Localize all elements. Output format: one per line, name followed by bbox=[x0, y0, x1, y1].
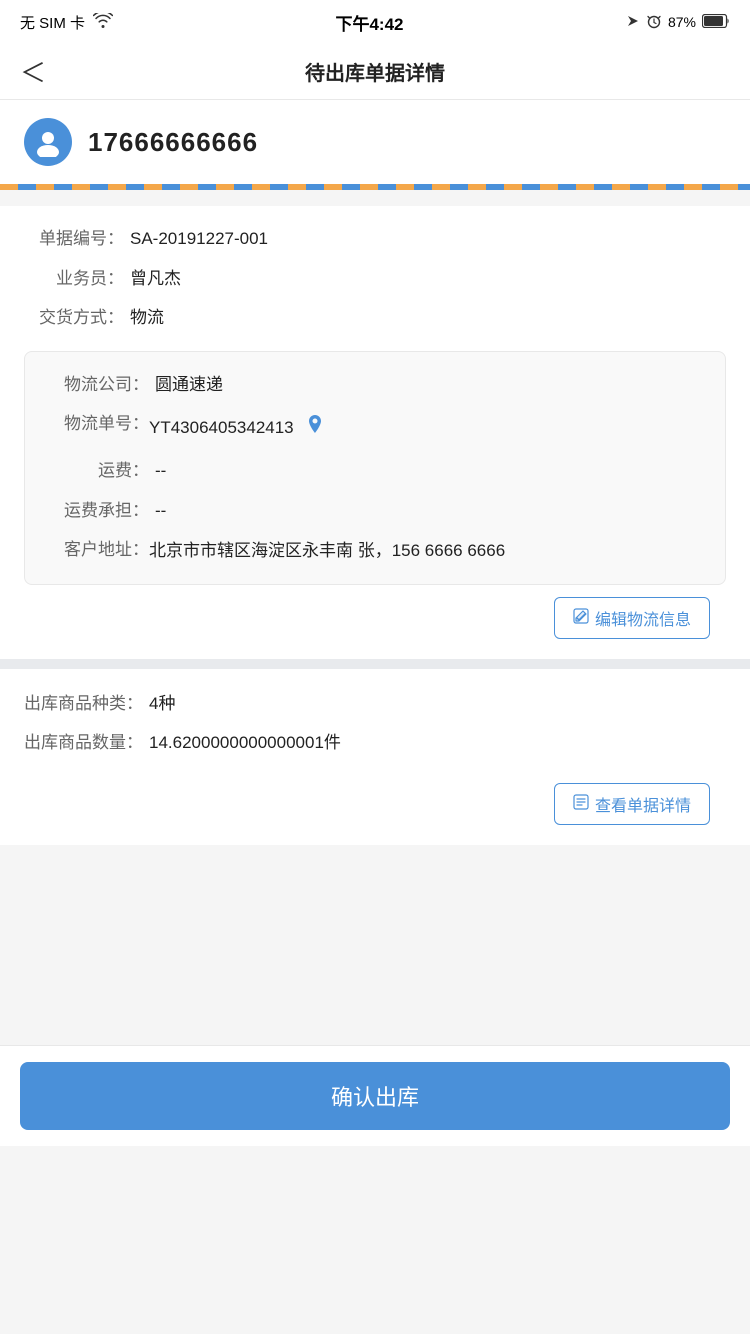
document-number-row: 单据编号： SA-20191227-001 bbox=[24, 226, 726, 252]
logistics-company-row: 物流公司： 圆通速递 bbox=[49, 372, 701, 398]
freight-bearer-row: 运费承担： -- bbox=[49, 498, 701, 524]
location-status-icon bbox=[626, 14, 640, 31]
dashed-separator bbox=[0, 184, 750, 190]
status-time: 下午4:42 bbox=[335, 10, 403, 35]
avatar bbox=[24, 118, 72, 166]
battery-icon bbox=[702, 14, 730, 31]
status-bar: 无 SIM 卡 下午4:42 87% bbox=[0, 0, 750, 44]
goods-quantity-value: 14.6200000000000001件 bbox=[149, 728, 341, 753]
goods-quantity-label: 出库商品数量： bbox=[24, 728, 143, 753]
freight-value: -- bbox=[155, 458, 701, 484]
tracking-number-value: YT4306405342413 bbox=[149, 415, 294, 441]
freight-row: 运费： -- bbox=[49, 458, 701, 484]
edit-logistics-label: 编辑物流信息 bbox=[595, 606, 691, 630]
customer-phone: 17666666666 bbox=[88, 127, 258, 158]
salesman-row: 业务员： 曾凡杰 bbox=[24, 266, 726, 292]
edit-icon bbox=[573, 608, 589, 629]
logistics-tracking-label: 物流单号： bbox=[49, 411, 149, 437]
delivery-row: 交货方式： 物流 bbox=[24, 305, 726, 331]
document-info-section: 单据编号： SA-20191227-001 业务员： 曾凡杰 交货方式： 物流 … bbox=[0, 206, 750, 659]
salesman-value: 曾凡杰 bbox=[130, 266, 726, 292]
tracking-number-container: YT4306405342413 bbox=[149, 411, 326, 444]
status-left: 无 SIM 卡 bbox=[20, 12, 113, 33]
empty-space bbox=[0, 845, 750, 1045]
page-title: 待出库单据详情 bbox=[305, 57, 445, 86]
freight-bearer-value: -- bbox=[155, 498, 701, 524]
view-detail-label: 查看单据详情 bbox=[595, 792, 691, 816]
confirm-outbound-button[interactable]: 确认出库 bbox=[20, 1062, 730, 1130]
address-row: 客户地址： 北京市市辖区海淀区永丰南 张，156 6666 6666 bbox=[49, 537, 701, 564]
address-value: 北京市市辖区海淀区永丰南 张，156 6666 6666 bbox=[149, 537, 701, 564]
customer-header: 17666666666 bbox=[0, 100, 750, 184]
goods-quantity-row: 出库商品数量： 14.6200000000000001件 bbox=[24, 728, 726, 753]
logistics-company-value: 圆通速递 bbox=[155, 372, 701, 398]
view-detail-button[interactable]: 查看单据详情 bbox=[554, 783, 710, 825]
alarm-icon bbox=[646, 13, 662, 32]
edit-btn-row: 编辑物流信息 bbox=[24, 585, 726, 639]
goods-section: 出库商品种类： 4种 出库商品数量： 14.6200000000000001件 … bbox=[0, 669, 750, 845]
goods-type-value: 4种 bbox=[149, 689, 175, 714]
address-label: 客户地址： bbox=[49, 537, 149, 563]
delivery-label: 交货方式： bbox=[24, 305, 124, 331]
goods-type-label: 出库商品种类： bbox=[24, 689, 143, 714]
confirm-btn-container: 确认出库 bbox=[0, 1045, 750, 1146]
delivery-value: 物流 bbox=[130, 305, 726, 331]
logistics-card: 物流公司： 圆通速递 物流单号： YT4306405342413 运费： -- … bbox=[24, 351, 726, 586]
document-number-value: SA-20191227-001 bbox=[130, 226, 726, 252]
nav-bar: ＜ 待出库单据详情 bbox=[0, 44, 750, 100]
salesman-label: 业务员： bbox=[24, 266, 124, 292]
wifi-icon bbox=[93, 13, 113, 32]
tracking-location-icon[interactable] bbox=[304, 411, 326, 444]
logistics-company-label: 物流公司： bbox=[49, 372, 149, 398]
status-right: 87% bbox=[626, 13, 730, 32]
goods-type-row: 出库商品种类： 4种 bbox=[24, 689, 726, 714]
view-detail-btn-row: 查看单据详情 bbox=[24, 767, 726, 825]
edit-logistics-button[interactable]: 编辑物流信息 bbox=[554, 597, 710, 639]
freight-label: 运费： bbox=[49, 458, 149, 484]
battery-percentage: 87% bbox=[668, 14, 696, 30]
detail-icon bbox=[573, 794, 589, 815]
carrier-label: 无 SIM 卡 bbox=[20, 12, 85, 33]
back-button[interactable]: ＜ bbox=[20, 45, 58, 98]
logistics-tracking-row: 物流单号： YT4306405342413 bbox=[49, 411, 701, 444]
freight-bearer-label: 运费承担： bbox=[49, 498, 149, 524]
document-number-label: 单据编号： bbox=[24, 226, 124, 252]
section-divider-1 bbox=[0, 659, 750, 669]
